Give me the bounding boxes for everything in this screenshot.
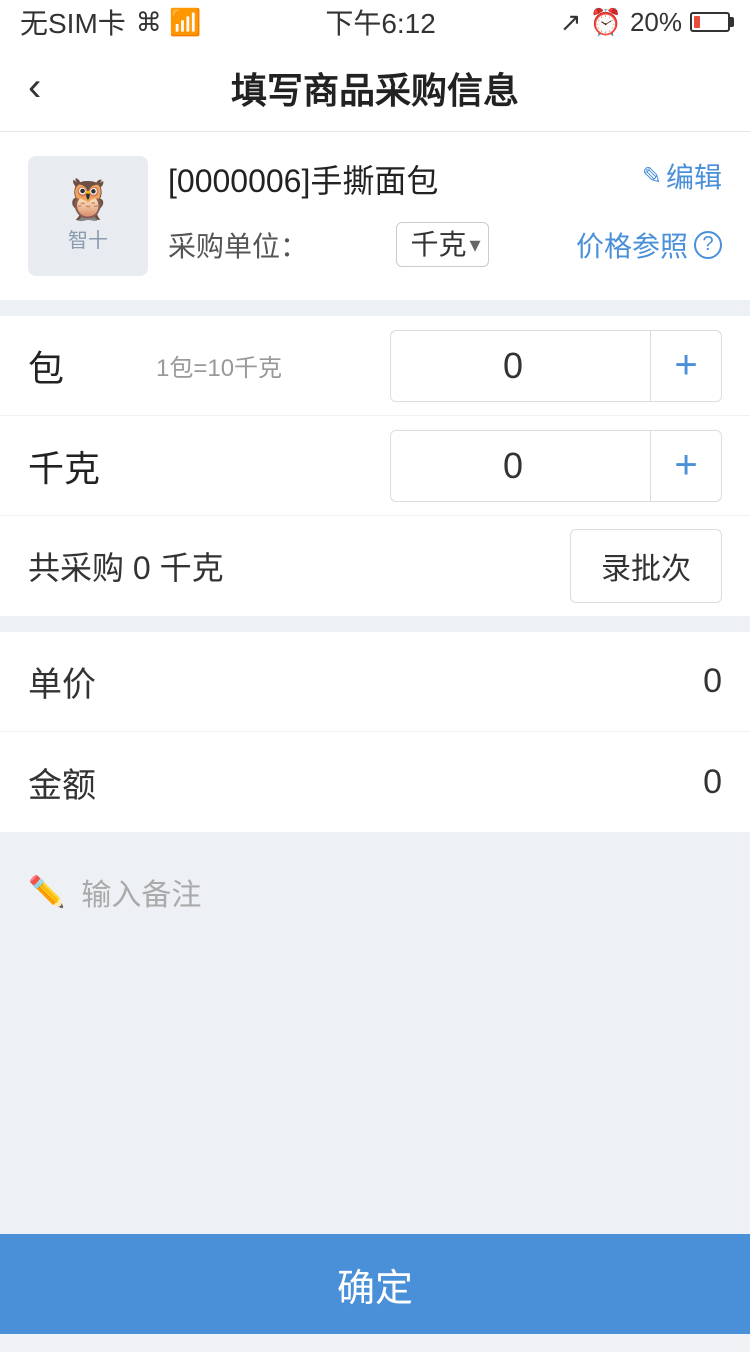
carrier-text: 无SIM卡 xyxy=(20,2,126,42)
price-reference-button[interactable]: 价格参照 ? xyxy=(576,225,722,265)
kg-row: 千克 + xyxy=(0,416,750,516)
amount-label: 金额 xyxy=(28,758,96,807)
note-section[interactable]: ✏️ 输入备注 xyxy=(0,832,750,952)
total-text: 共采购 0 千克 xyxy=(28,543,224,589)
form-section: 包 1包=10千克 + 千克 + xyxy=(0,316,750,516)
amount-row: 金额 0 xyxy=(0,732,750,832)
kg-quantity-input[interactable] xyxy=(390,430,650,502)
edit-label: 编辑 xyxy=(666,156,722,196)
bao-row: 包 1包=10千克 + xyxy=(0,316,750,416)
unit-price-value: 0 xyxy=(703,662,722,701)
pencil-icon: ✏️ xyxy=(28,875,65,910)
unit-price-label: 单价 xyxy=(28,657,96,706)
info-icon: ? xyxy=(694,231,722,259)
product-card: 🦉 智十 [0000006]手撕面包 ✎ 编辑 采购单位： 千克 xyxy=(0,132,750,300)
price-ref-label: 价格参照 xyxy=(576,225,688,265)
kg-input-group: + xyxy=(390,430,722,502)
status-time: 下午6:12 xyxy=(325,2,436,42)
unit-label: 采购单位： xyxy=(168,225,308,265)
unit-select-wrapper[interactable]: 千克 xyxy=(396,222,489,267)
separator-1 xyxy=(0,300,750,316)
total-row: 共采购 0 千克 录批次 xyxy=(0,516,750,616)
bao-input-group: + xyxy=(390,330,722,402)
unit-price-row: 单价 0 xyxy=(0,632,750,732)
note-placeholder: 输入备注 xyxy=(81,870,201,914)
back-button[interactable]: ‹ xyxy=(28,65,41,110)
edit-button[interactable]: ✎ 编辑 xyxy=(642,156,722,196)
alarm-icon: ⏰ xyxy=(590,7,622,38)
battery-indicator xyxy=(690,12,730,32)
record-batch-button[interactable]: 录批次 xyxy=(570,529,722,603)
location-icon: ↗ xyxy=(560,7,582,38)
product-logo-icon: 🦉 xyxy=(63,180,113,220)
product-info: [0000006]手撕面包 ✎ 编辑 采购单位： 千克 价格参照 ? xyxy=(168,156,722,267)
product-name: [0000006]手撕面包 xyxy=(168,156,642,202)
price-section: 单价 0 金额 0 xyxy=(0,632,750,832)
unit-row: 采购单位： 千克 价格参照 ? xyxy=(168,222,722,267)
kg-plus-button[interactable]: + xyxy=(650,430,722,502)
empty-space xyxy=(0,952,750,1252)
status-right: ↗ ⏰ 20% xyxy=(560,7,730,38)
bao-quantity-input[interactable] xyxy=(390,330,650,402)
nav-bar: ‹ 填写商品采购信息 xyxy=(0,44,750,132)
battery-text: 20% xyxy=(630,7,682,38)
unit-select[interactable]: 千克 xyxy=(396,222,489,267)
status-bar: 无SIM卡 ⌘️ 📶 下午6:12 ↗ ⏰ 20% xyxy=(0,0,750,44)
product-id: [0000006] xyxy=(168,163,310,199)
amount-value: 0 xyxy=(703,763,722,802)
wifi-icon: ⌘️ 📶 xyxy=(136,7,202,38)
confirm-button[interactable]: 确定 xyxy=(0,1234,750,1334)
edit-icon: ✎ xyxy=(642,162,662,191)
bao-plus-button[interactable]: + xyxy=(650,330,722,402)
product-thumbnail: 🦉 智十 xyxy=(28,156,148,276)
bao-label: 包 xyxy=(28,340,148,392)
kg-label: 千克 xyxy=(28,440,148,492)
product-logo-text: 智十 xyxy=(63,224,113,253)
page-title: 填写商品采购信息 xyxy=(231,62,519,114)
product-title-row: [0000006]手撕面包 ✎ 编辑 xyxy=(168,156,722,202)
bao-sublabel: 1包=10千克 xyxy=(156,348,282,383)
separator-2 xyxy=(0,616,750,632)
status-left: 无SIM卡 ⌘️ 📶 xyxy=(20,2,201,42)
